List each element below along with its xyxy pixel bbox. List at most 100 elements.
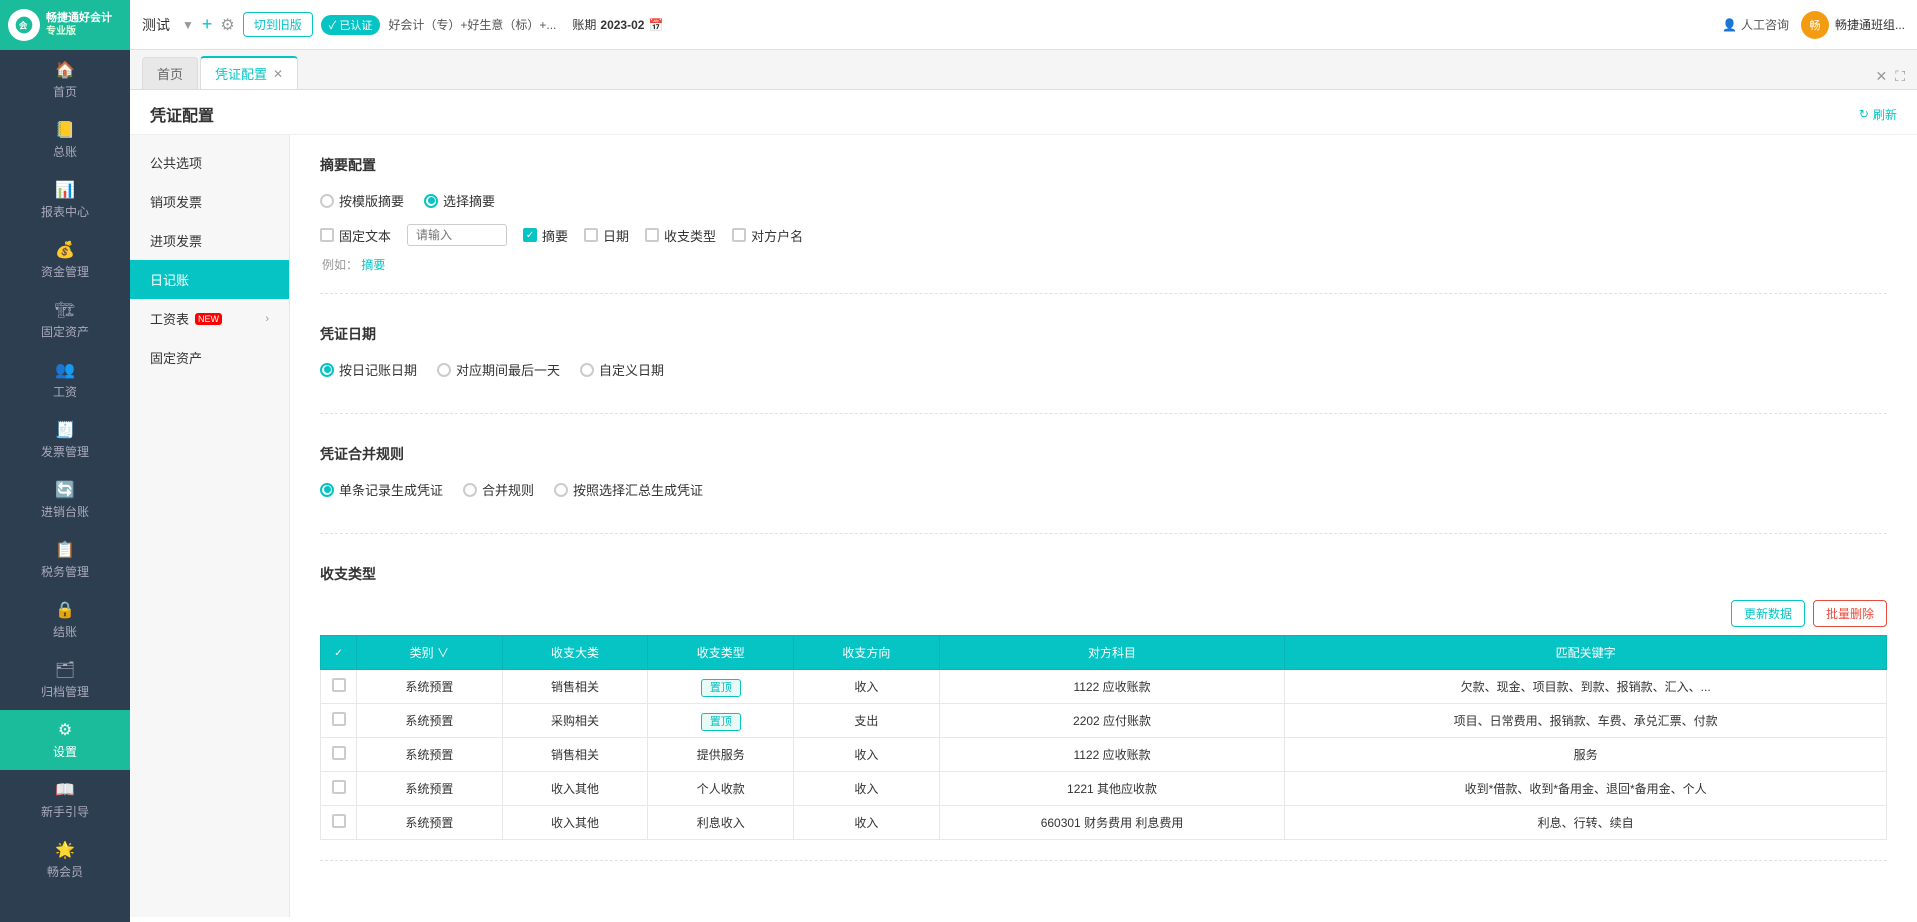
row-sub-type: 置顶	[648, 670, 794, 704]
checkbox-box-counterparty	[732, 228, 746, 242]
checkbox-box-fixed	[320, 228, 334, 242]
row-checkbox-cell[interactable]	[321, 670, 357, 704]
window-maximize-icon[interactable]: ⛶	[1895, 68, 1905, 85]
sidebar-item-closing[interactable]: 🔒 结账	[0, 590, 130, 650]
sidebar-item-ledger[interactable]: 📒 总账	[0, 110, 130, 170]
checkbox-box-summary: ✓	[523, 228, 537, 242]
checkbox-date[interactable]: 日期	[584, 226, 629, 245]
calendar-icon[interactable]: 📅	[648, 18, 663, 32]
config-sidebar-item-journal[interactable]: 日记账	[130, 260, 289, 299]
row-main-type: 收入其他	[502, 806, 648, 840]
summary-radio-group: 按模版摘要 选择摘要	[320, 191, 1887, 210]
invoices-icon: 🧾	[55, 420, 75, 440]
config-content: 摘要配置 按模版摘要 选择摘要	[290, 135, 1917, 917]
header-checkbox-box: ✓	[332, 646, 346, 660]
th-account: 对方科目	[939, 636, 1285, 670]
tab-close-icon[interactable]: ✕	[273, 67, 283, 81]
radio-journal-date[interactable]: 按日记账日期	[320, 360, 417, 379]
checkbox-summary[interactable]: ✓ 摘要	[523, 226, 568, 245]
user-area: 畅 畅捷通班组...	[1801, 11, 1905, 39]
th-sub-type: 收支类型	[648, 636, 794, 670]
dropdown-icon[interactable]: ▼	[182, 18, 194, 32]
switch-old-btn[interactable]: 切到旧版	[243, 12, 313, 37]
checkbox-fixed-text[interactable]: 固定文本	[320, 226, 391, 245]
checkbox-income-type[interactable]: 收支类型	[645, 226, 716, 245]
sidebar-item-purchase-sales[interactable]: 🔄 进销台账	[0, 470, 130, 530]
row-keywords: 欠款、现金、项目款、到款、报销款、汇入、...	[1285, 670, 1887, 704]
row-checkbox-cell[interactable]	[321, 704, 357, 738]
window-close-icon[interactable]: ✕	[1875, 68, 1887, 85]
row-sub-type: 提供服务	[648, 738, 794, 772]
radio-template[interactable]: 按模版摘要	[320, 191, 404, 210]
sidebar-item-archive[interactable]: 🗂 归档管理	[0, 650, 130, 710]
fixed-text-input[interactable]	[407, 224, 507, 246]
th-category[interactable]: 类别 ∨	[357, 636, 503, 670]
row-checkbox	[332, 814, 346, 828]
update-data-btn[interactable]: 更新数据	[1731, 600, 1805, 627]
th-keywords: 匹配关键字	[1285, 636, 1887, 670]
tab-voucher-config[interactable]: 凭证配置 ✕	[200, 56, 298, 89]
sidebar-item-invoices[interactable]: 🧾 发票管理	[0, 410, 130, 470]
config-sidebar-item-payroll[interactable]: 工资表 NEW ›	[130, 299, 289, 338]
radio-circle-custom	[580, 363, 594, 377]
row-checkbox	[332, 712, 346, 726]
top-tag[interactable]: 置顶	[701, 679, 741, 697]
sidebar-item-payroll[interactable]: 👥 工资	[0, 350, 130, 410]
row-category: 系统预置	[357, 806, 503, 840]
summary-checkbox-row: 固定文本 ✓ 摘要 日期 收支类型	[320, 224, 1887, 246]
gear-icon[interactable]: ⚙	[220, 15, 234, 35]
th-checkbox[interactable]: ✓	[321, 636, 357, 670]
config-sidebar-item-purchase[interactable]: 进项发票	[130, 221, 289, 260]
top-tag[interactable]: 置顶	[701, 713, 741, 731]
radio-circle-total	[554, 483, 568, 497]
row-keywords: 收到*借款、收到*备用金、退回*备用金、个人	[1285, 772, 1887, 806]
radio-period-last[interactable]: 对应期间最后一天	[437, 360, 560, 379]
sidebar-item-member[interactable]: 🌟 畅会员	[0, 830, 130, 890]
config-sidebar-item-sales[interactable]: 销项发票	[130, 182, 289, 221]
sidebar-item-reports[interactable]: 📊 报表中心	[0, 170, 130, 230]
row-direction: 收入	[794, 806, 940, 840]
radio-select[interactable]: 选择摘要	[424, 191, 495, 210]
sidebar-item-assets[interactable]: 🏗 固定资产	[0, 290, 130, 350]
merge-section-title: 凭证合并规则	[320, 444, 1887, 464]
row-main-type: 采购相关	[502, 704, 648, 738]
service-btn[interactable]: 👤 人工咨询	[1722, 16, 1789, 33]
row-category: 系统预置	[357, 738, 503, 772]
checkbox-counterparty[interactable]: 对方户名	[732, 226, 803, 245]
expand-arrow-icon: ›	[265, 313, 269, 325]
row-checkbox-cell[interactable]	[321, 806, 357, 840]
table-row: 系统预置 采购相关 置顶 支出 2202 应付账款 项目、日常费用、报销款、车费…	[321, 704, 1887, 738]
member-icon: 🌟	[55, 840, 75, 860]
sidebar-item-settings[interactable]: ⚙ 设置	[0, 710, 130, 770]
row-checkbox-cell[interactable]	[321, 772, 357, 806]
radio-merge-rule[interactable]: 合并规则	[463, 480, 534, 499]
row-checkbox	[332, 780, 346, 794]
refresh-btn[interactable]: ↻ 刷新	[1859, 106, 1897, 123]
ledger-icon: 📒	[55, 120, 75, 140]
logo-text: 畅捷通好会计 专业版	[46, 12, 112, 37]
checkbox-box-income-type	[645, 228, 659, 242]
radio-single[interactable]: 单条记录生成凭证	[320, 480, 443, 499]
radio-select-total[interactable]: 按照选择汇总生成凭证	[554, 480, 703, 499]
checkbox-box-date	[584, 228, 598, 242]
radio-circle-select	[424, 194, 438, 208]
sidebar-item-newuser[interactable]: 📖 新手引导	[0, 770, 130, 830]
sidebar-item-funds[interactable]: 💰 资金管理	[0, 230, 130, 290]
config-sidebar-item-fixed-assets[interactable]: 固定资产	[130, 338, 289, 377]
tabbar: 首页 凭证配置 ✕ ✕ ⛶	[130, 50, 1917, 90]
tab-home[interactable]: 首页	[142, 57, 198, 89]
sidebar-item-tax[interactable]: 📋 税务管理	[0, 530, 130, 590]
row-checkbox-cell[interactable]	[321, 738, 357, 772]
table-row: 系统预置 销售相关 提供服务 收入 1122 应收账款 服务	[321, 738, 1887, 772]
config-sidebar-item-public[interactable]: 公共选项	[130, 143, 289, 182]
sidebar-item-home[interactable]: 🏠 公共选项 首页	[0, 50, 130, 110]
batch-delete-btn[interactable]: 批量删除	[1813, 600, 1887, 627]
add-icon[interactable]: +	[202, 14, 213, 35]
radio-circle-merge	[463, 483, 477, 497]
th-direction: 收支方向	[794, 636, 940, 670]
avatar: 畅	[1801, 11, 1829, 39]
content-header: 凭证配置 ↻ 刷新	[130, 90, 1917, 135]
radio-custom-date[interactable]: 自定义日期	[580, 360, 664, 379]
topbar-tags: 好会计（专）+好生意（标）+...	[388, 16, 556, 33]
row-direction: 收入	[794, 738, 940, 772]
